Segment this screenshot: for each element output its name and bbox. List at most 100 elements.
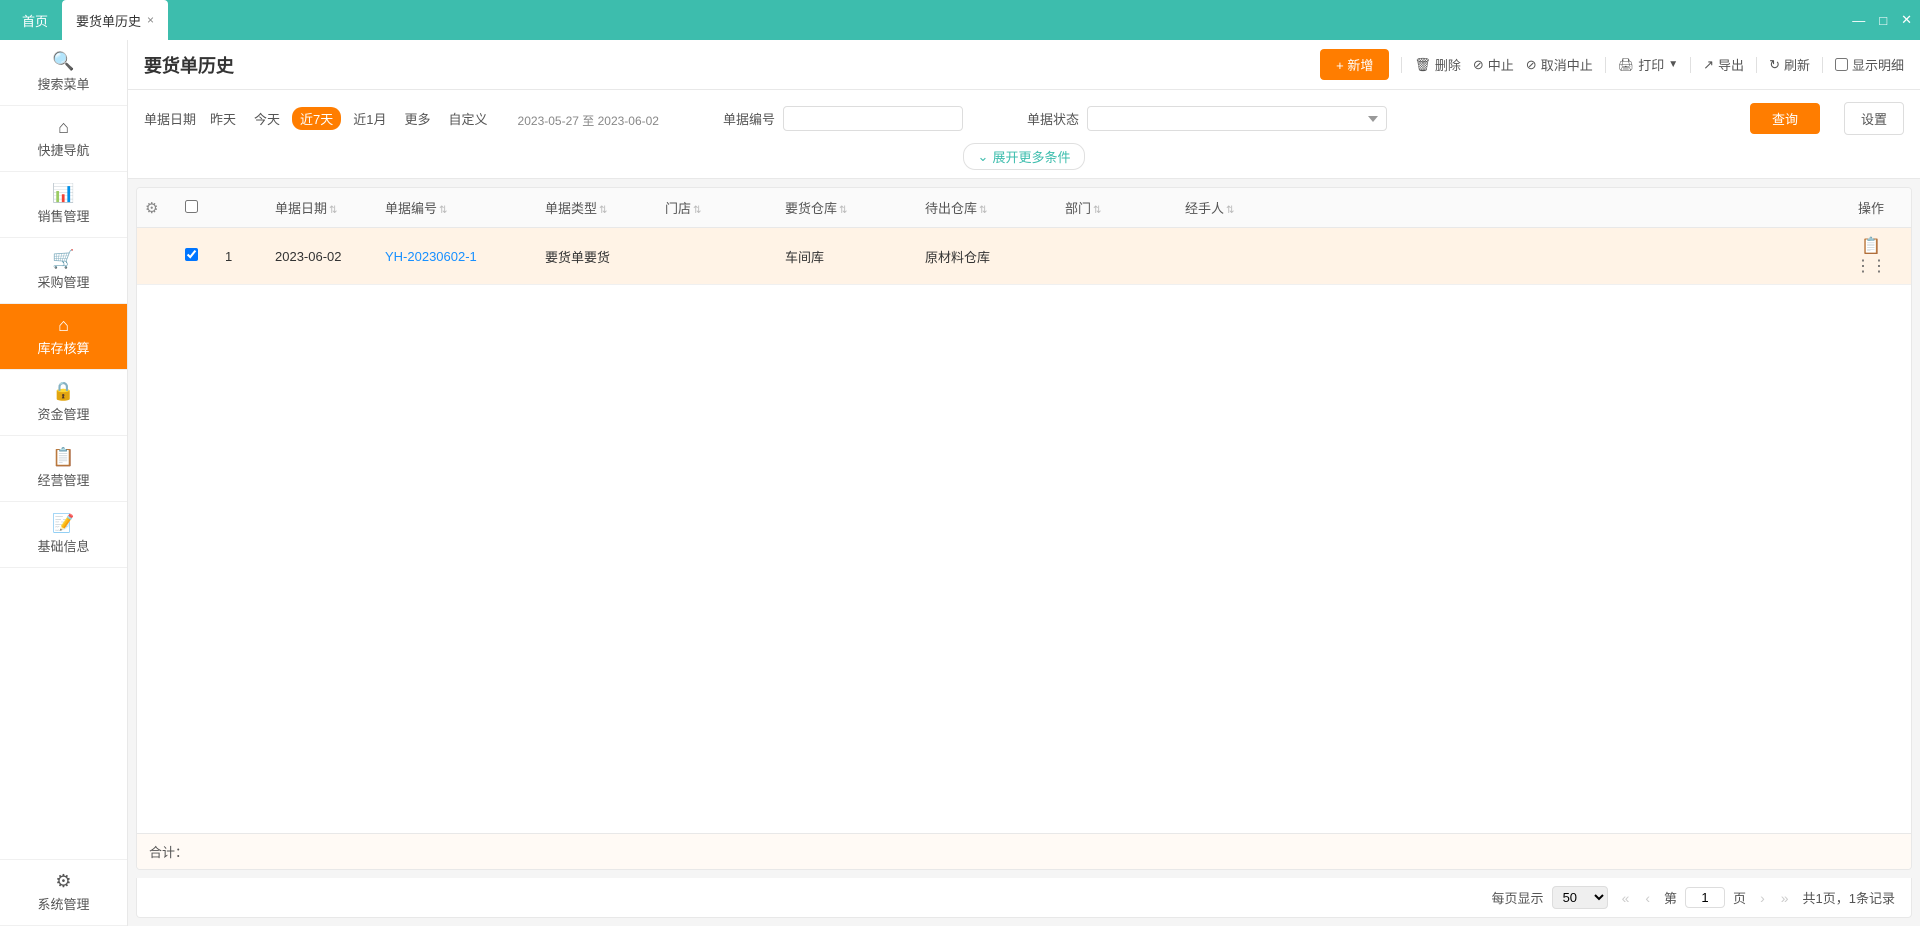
num-col-header [217, 188, 267, 228]
custom-btn[interactable]: 自定义 [443, 107, 494, 130]
more-btn[interactable]: 更多 [399, 107, 437, 130]
select-all-checkbox[interactable] [185, 200, 198, 213]
handler-cell [1177, 228, 1831, 285]
summary-label: 合计： [149, 842, 188, 861]
close-tab-icon[interactable]: × [147, 13, 154, 27]
expand-btn[interactable]: ⌄ 展开更多条件 [963, 143, 1086, 170]
prev-page-btn[interactable]: ‹ [1639, 888, 1656, 908]
handler-col-header[interactable]: 经手人⇅ [1177, 188, 1831, 228]
store-col-header[interactable]: 门店⇅ [657, 188, 777, 228]
top-bar-minimize[interactable]: — [1852, 13, 1865, 28]
order-no-filter-group: 单据编号 [723, 106, 963, 131]
ops-cell: 📋 ⋮⋮ [1831, 228, 1911, 285]
sidebar-item-system[interactable]: ⚙ 系统管理 [0, 859, 127, 926]
more-icon[interactable]: ⋮⋮ [1855, 258, 1887, 275]
store-cell [657, 228, 777, 285]
warehouse-col-header[interactable]: 要货仓库⇅ [777, 188, 917, 228]
status-select[interactable] [1087, 106, 1387, 131]
pending-sort-icon: ⇅ [979, 205, 987, 216]
sidebar-item-basic[interactable]: 📝 基础信息 [0, 502, 127, 568]
print-arrow-icon: ▼ [1668, 59, 1678, 70]
page-header: 要货单历史 + 新增 🗑 删除 ⊘ 中止 ⊘ 取消中止 🖨 [128, 40, 1920, 90]
date-filters: 昨天 今天 近7天 近1月 更多 自定义 [204, 107, 494, 130]
status-filter-group: 单据状态 [1027, 106, 1726, 131]
divider2 [1605, 57, 1606, 73]
first-page-btn[interactable]: « [1616, 888, 1636, 908]
next-page-btn[interactable]: › [1754, 888, 1771, 908]
date-col-header[interactable]: 单据日期⇅ [267, 188, 377, 228]
page-number-input[interactable] [1685, 887, 1725, 908]
warehouse-sort-icon: ⇅ [839, 205, 847, 216]
data-table: ⚙ 单据日期⇅ 单据编号⇅ [137, 188, 1911, 285]
date-sort-icon: ⇅ [329, 205, 337, 216]
settings-gear-icon[interactable]: ⚙ [145, 200, 158, 217]
yesterday-btn[interactable]: 昨天 [204, 107, 242, 130]
top-bar: 首页 要货单历史 × — □ ✕ [0, 0, 1920, 40]
num-cell: 1 [217, 228, 267, 285]
refresh-button[interactable]: ↻ 刷新 [1769, 55, 1810, 74]
table-wrapper: ⚙ 单据日期⇅ 单据编号⇅ [137, 188, 1911, 833]
divider3 [1690, 57, 1691, 73]
order-no-input[interactable] [783, 106, 963, 131]
today-btn[interactable]: 今天 [248, 107, 286, 130]
check-col-header [177, 188, 217, 228]
table-body: 1 2023-06-02 YH-20230602-1 要货单要货 车间库 原材料… [137, 228, 1911, 285]
table-footer: 合计： [137, 833, 1911, 869]
date-label: 单据日期 [144, 109, 196, 128]
table-row: 1 2023-06-02 YH-20230602-1 要货单要货 车间库 原材料… [137, 228, 1911, 285]
recent1m-btn[interactable]: 近1月 [347, 107, 392, 130]
handler-sort-icon: ⇅ [1226, 205, 1234, 216]
add-button[interactable]: + 新增 [1320, 49, 1389, 80]
type-col-header[interactable]: 单据类型⇅ [537, 188, 657, 228]
per-page-select[interactable]: 50 20 100 [1552, 886, 1608, 909]
sidebar-item-purchase[interactable]: 🛒 采购管理 [0, 238, 127, 304]
type-cell: 要货单要货 [537, 228, 657, 285]
date-range-text: 2023-05-27 至 2023-06-02 [518, 112, 659, 129]
display-detail-toggle[interactable]: 显示明细 [1835, 55, 1904, 74]
edit-icon[interactable]: 📋 [1861, 238, 1881, 255]
page-title: 要货单历史 [144, 52, 234, 78]
settings-col-header: ⚙ [137, 188, 177, 228]
operation-icon: 📋 [52, 448, 74, 466]
row-checkbox[interactable] [185, 248, 198, 261]
refresh-icon: ↻ [1769, 57, 1780, 73]
dept-col-header[interactable]: 部门⇅ [1057, 188, 1177, 228]
recent7-btn[interactable]: 近7天 [292, 107, 341, 130]
print-button[interactable]: 🖨 打印 ▼ [1618, 55, 1678, 74]
sidebar-item-finance[interactable]: 🔒 资金管理 [0, 370, 127, 436]
pending-cell: 原材料仓库 [917, 228, 1057, 285]
sidebar: 🔍 搜索菜单 ⌂ 快捷导航 📊 销售管理 🛒 采购管理 ⌂ 库存核算 🔒 资金管… [0, 40, 128, 926]
stop-button[interactable]: ⊘ 中止 [1473, 55, 1514, 74]
order-no-link[interactable]: YH-20230602-1 [385, 249, 477, 264]
status-label: 单据状态 [1027, 109, 1079, 128]
date-cell: 2023-06-02 [267, 228, 377, 285]
query-button[interactable]: 查询 [1750, 103, 1820, 134]
sidebar-item-shortcut[interactable]: ⌂ 快捷导航 [0, 106, 127, 172]
sales-icon: 📊 [52, 184, 74, 202]
pending-col-header[interactable]: 待出仓库⇅ [917, 188, 1057, 228]
top-bar-close[interactable]: ✕ [1901, 12, 1912, 28]
page-actions: + 新增 🗑 删除 ⊘ 中止 ⊘ 取消中止 🖨 打印 [1320, 49, 1904, 80]
sidebar-item-sales[interactable]: 📊 销售管理 [0, 172, 127, 238]
table-header: ⚙ 单据日期⇅ 单据编号⇅ [137, 188, 1911, 228]
print-icon: 🖨 [1618, 57, 1635, 73]
last-page-btn[interactable]: » [1775, 888, 1795, 908]
top-bar-maximize[interactable]: □ [1879, 13, 1887, 28]
tab-home[interactable]: 首页 [8, 0, 62, 40]
filter-row: 单据日期 昨天 今天 近7天 近1月 更多 自定义 2023-05-27 至 2… [144, 102, 1904, 135]
tab-active[interactable]: 要货单历史 × [62, 0, 168, 40]
divider [1401, 57, 1402, 73]
sidebar-item-operation[interactable]: 📋 经营管理 [0, 436, 127, 502]
per-page-label: 每页显示 [1492, 888, 1544, 907]
divider5 [1822, 57, 1823, 73]
export-button[interactable]: ↗ 导出 [1703, 55, 1744, 74]
delete-button[interactable]: 🗑 删除 [1414, 55, 1461, 74]
display-detail-checkbox[interactable] [1835, 58, 1848, 71]
sidebar-item-inventory[interactable]: ⌂ 库存核算 [0, 304, 127, 370]
sidebar-item-search[interactable]: 🔍 搜索菜单 [0, 40, 127, 106]
cancel-stop-button[interactable]: ⊘ 取消中止 [1526, 55, 1593, 74]
page-label: 第 [1664, 888, 1677, 907]
order-no-col-header[interactable]: 单据编号⇅ [377, 188, 537, 228]
settings-button[interactable]: 设置 [1844, 102, 1904, 135]
purchase-icon: 🛒 [52, 250, 74, 268]
